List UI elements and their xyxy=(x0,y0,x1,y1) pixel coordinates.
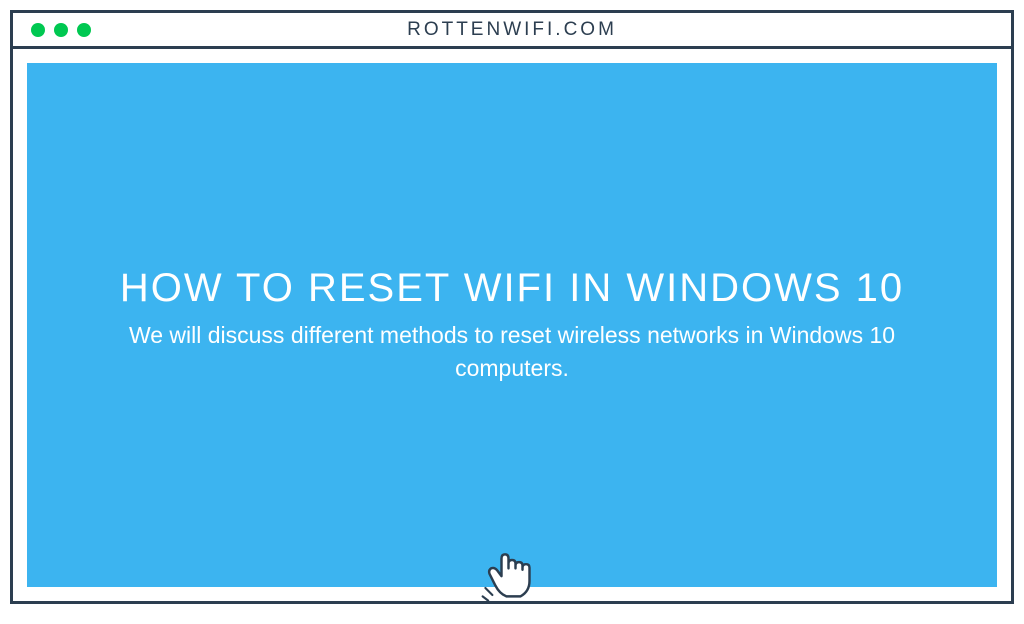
traffic-light-3[interactable] xyxy=(77,23,91,37)
content-area: HOW TO RESET WIFI IN WINDOWS 10 We will … xyxy=(13,49,1011,601)
page-heading: HOW TO RESET WIFI IN WINDOWS 10 xyxy=(120,266,904,311)
page-subheading: We will discuss different methods to res… xyxy=(87,319,937,383)
traffic-lights xyxy=(13,23,91,37)
url-text: ROTTENWIFI.COM xyxy=(407,19,617,41)
traffic-light-1[interactable] xyxy=(31,23,45,37)
traffic-light-2[interactable] xyxy=(54,23,68,37)
browser-window: ROTTENWIFI.COM HOW TO RESET WIFI IN WIND… xyxy=(10,10,1014,604)
title-bar: ROTTENWIFI.COM xyxy=(13,13,1011,49)
cursor-hand-icon xyxy=(477,539,547,609)
blue-panel: HOW TO RESET WIFI IN WINDOWS 10 We will … xyxy=(27,63,997,587)
